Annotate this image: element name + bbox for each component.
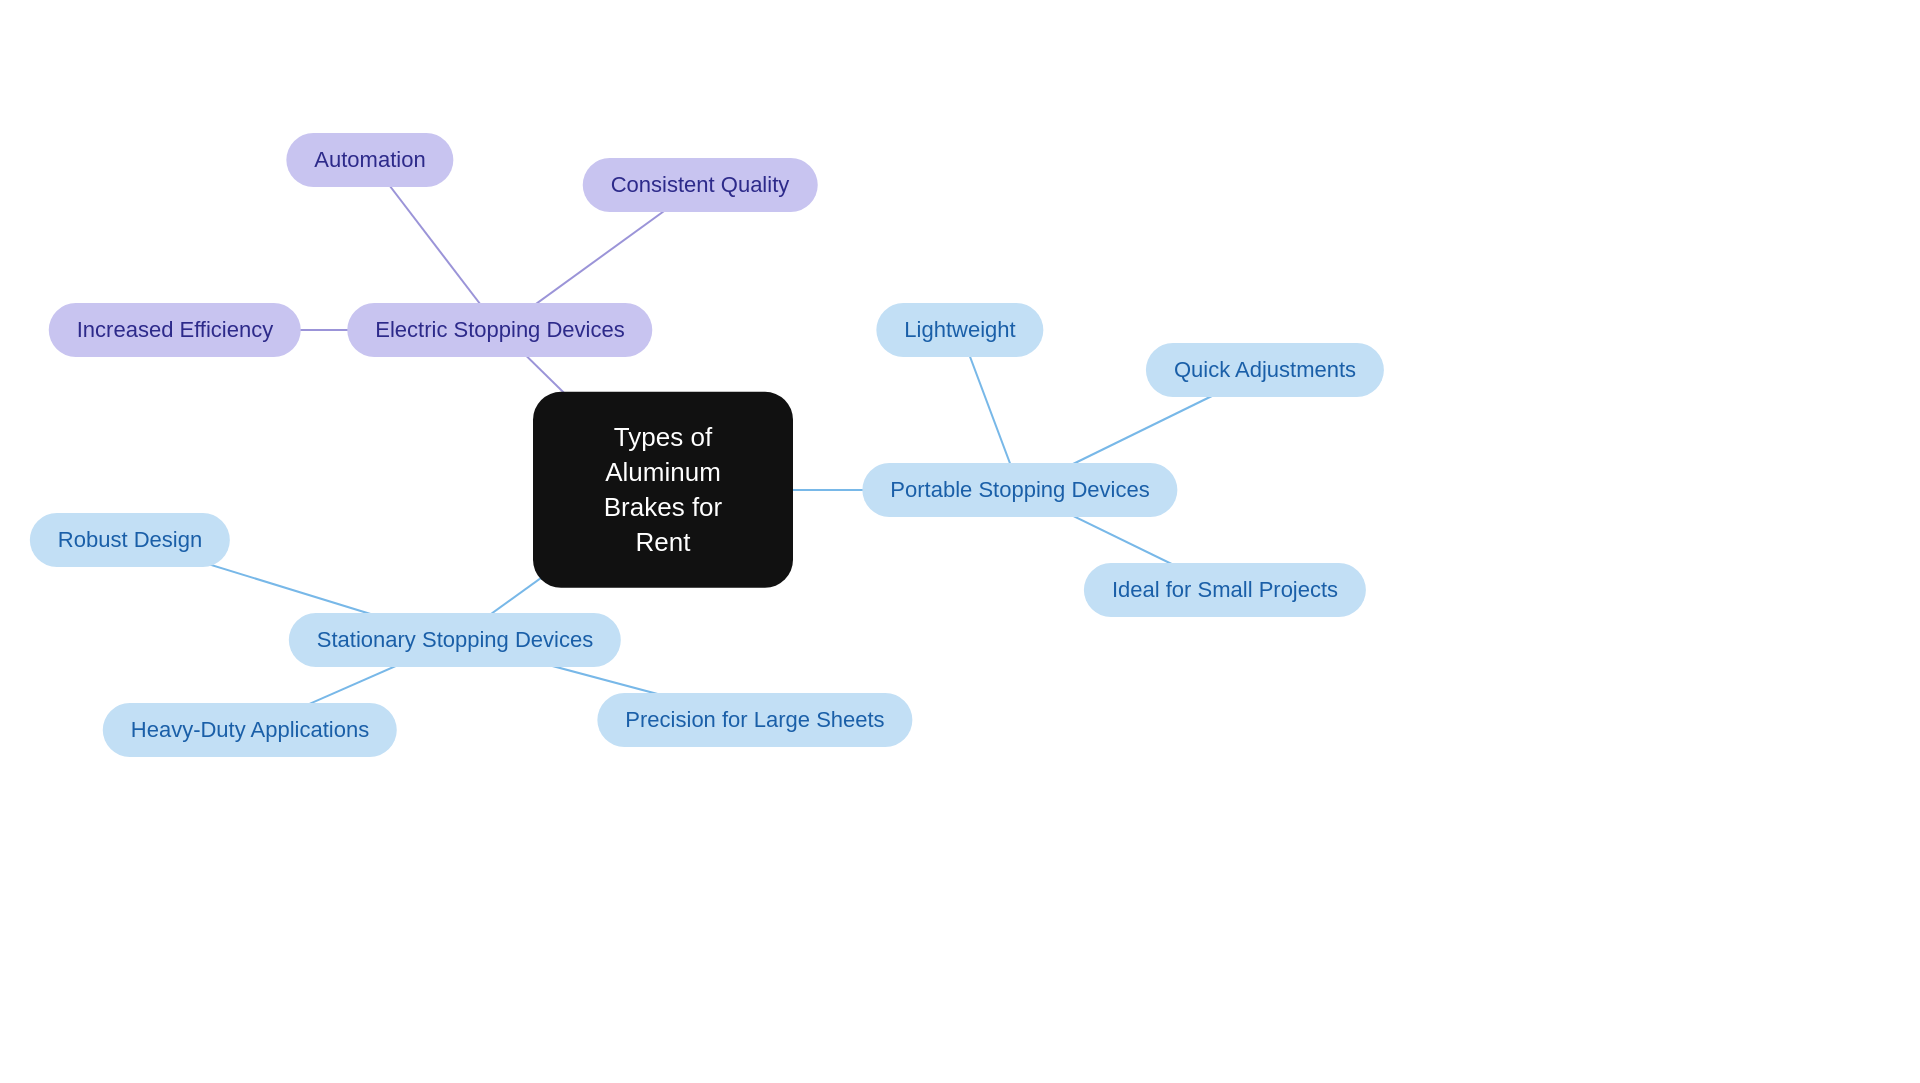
portable-node: Portable Stopping Devices	[862, 463, 1177, 517]
increased-efficiency-node: Increased Efficiency	[49, 303, 301, 357]
lightweight-node: Lightweight	[876, 303, 1043, 357]
quick-adjustments-node: Quick Adjustments	[1146, 343, 1384, 397]
consistent-quality-node: Consistent Quality	[583, 158, 818, 212]
center-node: Types of Aluminum Brakes for Rent	[533, 392, 793, 588]
electric-node: Electric Stopping Devices	[347, 303, 652, 357]
ideal-small-node: Ideal for Small Projects	[1084, 563, 1366, 617]
mind-map: Types of Aluminum Brakes for Rent Electr…	[0, 0, 1920, 1083]
robust-design-node: Robust Design	[30, 513, 230, 567]
precision-node: Precision for Large Sheets	[597, 693, 912, 747]
stationary-node: Stationary Stopping Devices	[289, 613, 621, 667]
heavy-duty-node: Heavy-Duty Applications	[103, 703, 397, 757]
automation-node: Automation	[286, 133, 453, 187]
